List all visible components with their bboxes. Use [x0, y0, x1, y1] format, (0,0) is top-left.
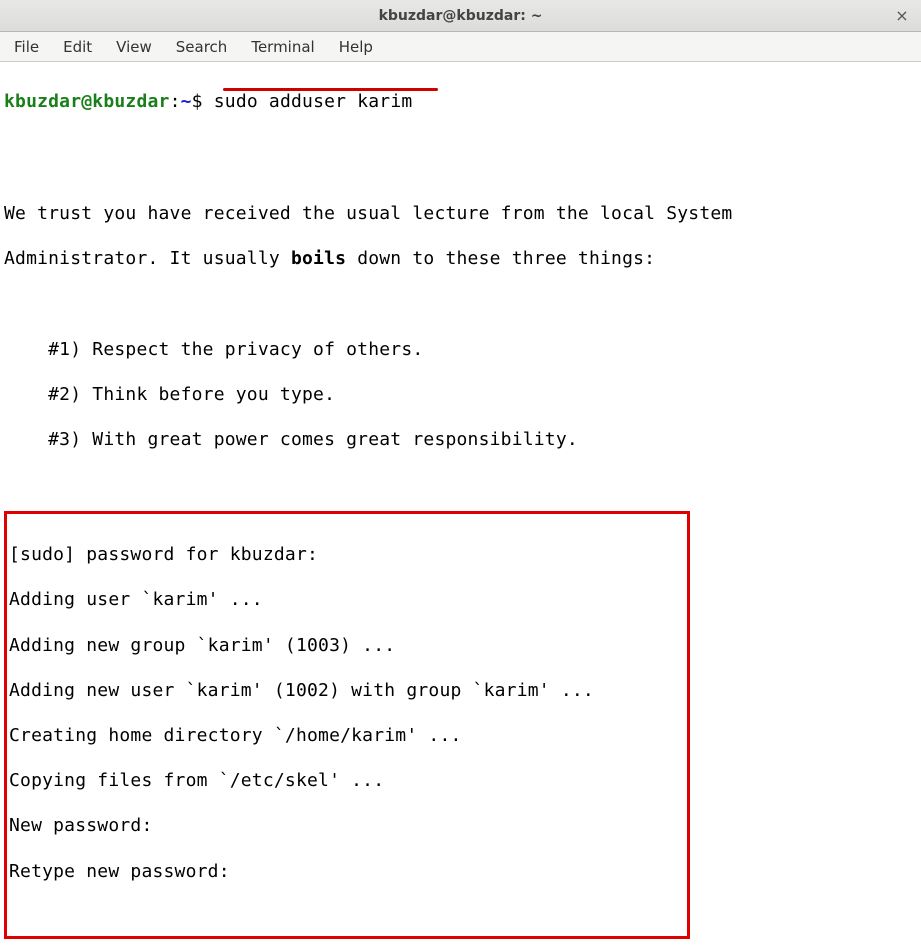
window-titlebar: kbuzdar@kbuzdar: ~ × — [0, 0, 921, 32]
prompt-symbol: $ — [192, 91, 203, 112]
window-title: kbuzdar@kbuzdar: ~ — [379, 8, 543, 24]
menu-bar: File Edit View Search Terminal Help — [0, 32, 921, 62]
sudo-password-prompt: [sudo] password for kbuzdar: — [9, 544, 685, 567]
menu-search[interactable]: Search — [164, 34, 240, 60]
prompt-user-host: kbuzdar@kbuzdar — [4, 91, 170, 112]
highlighted-output-box: [sudo] password for kbuzdar: Adding user… — [4, 511, 690, 940]
close-icon[interactable]: × — [893, 7, 911, 25]
lecture-rule-1: #1) Respect the privacy of others. — [4, 339, 917, 362]
terminal-cursor — [241, 863, 251, 882]
command-text: sudo adduser karim — [214, 91, 413, 112]
adding-group-line: Adding new group `karim' (1003) ... — [9, 635, 685, 658]
copying-files-line: Copying files from `/etc/skel' ... — [9, 770, 685, 793]
prompt-path: ~ — [181, 91, 192, 112]
retype-password-line: Retype new password: — [9, 861, 685, 884]
adding-user-group-line: Adding new user `karim' (1002) with grou… — [9, 680, 685, 703]
creating-home-line: Creating home directory `/home/karim' ..… — [9, 725, 685, 748]
menu-view[interactable]: View — [104, 34, 164, 60]
prompt-colon: : — [170, 91, 181, 112]
terminal-body[interactable]: kbuzdar@kbuzdar:~$ sudo adduser karim We… — [0, 62, 921, 945]
prompt-line: kbuzdar@kbuzdar:~$ sudo adduser karim — [4, 68, 917, 158]
lecture-rule-2: #2) Think before you type. — [4, 384, 917, 407]
menu-terminal[interactable]: Terminal — [239, 34, 326, 60]
lecture-line-1: We trust you have received the usual lec… — [4, 203, 917, 226]
adding-user-line: Adding user `karim' ... — [9, 589, 685, 612]
new-password-line: New password: — [9, 815, 685, 838]
menu-help[interactable]: Help — [327, 34, 385, 60]
command-underline-annotation — [223, 88, 438, 91]
menu-file[interactable]: File — [8, 34, 51, 60]
lecture-rule-3: #3) With great power comes great respons… — [4, 429, 917, 452]
menu-edit[interactable]: Edit — [51, 34, 104, 60]
lecture-block: We trust you have received the usual lec… — [4, 180, 917, 496]
lecture-line-2: Administrator. It usually boils down to … — [4, 248, 917, 271]
